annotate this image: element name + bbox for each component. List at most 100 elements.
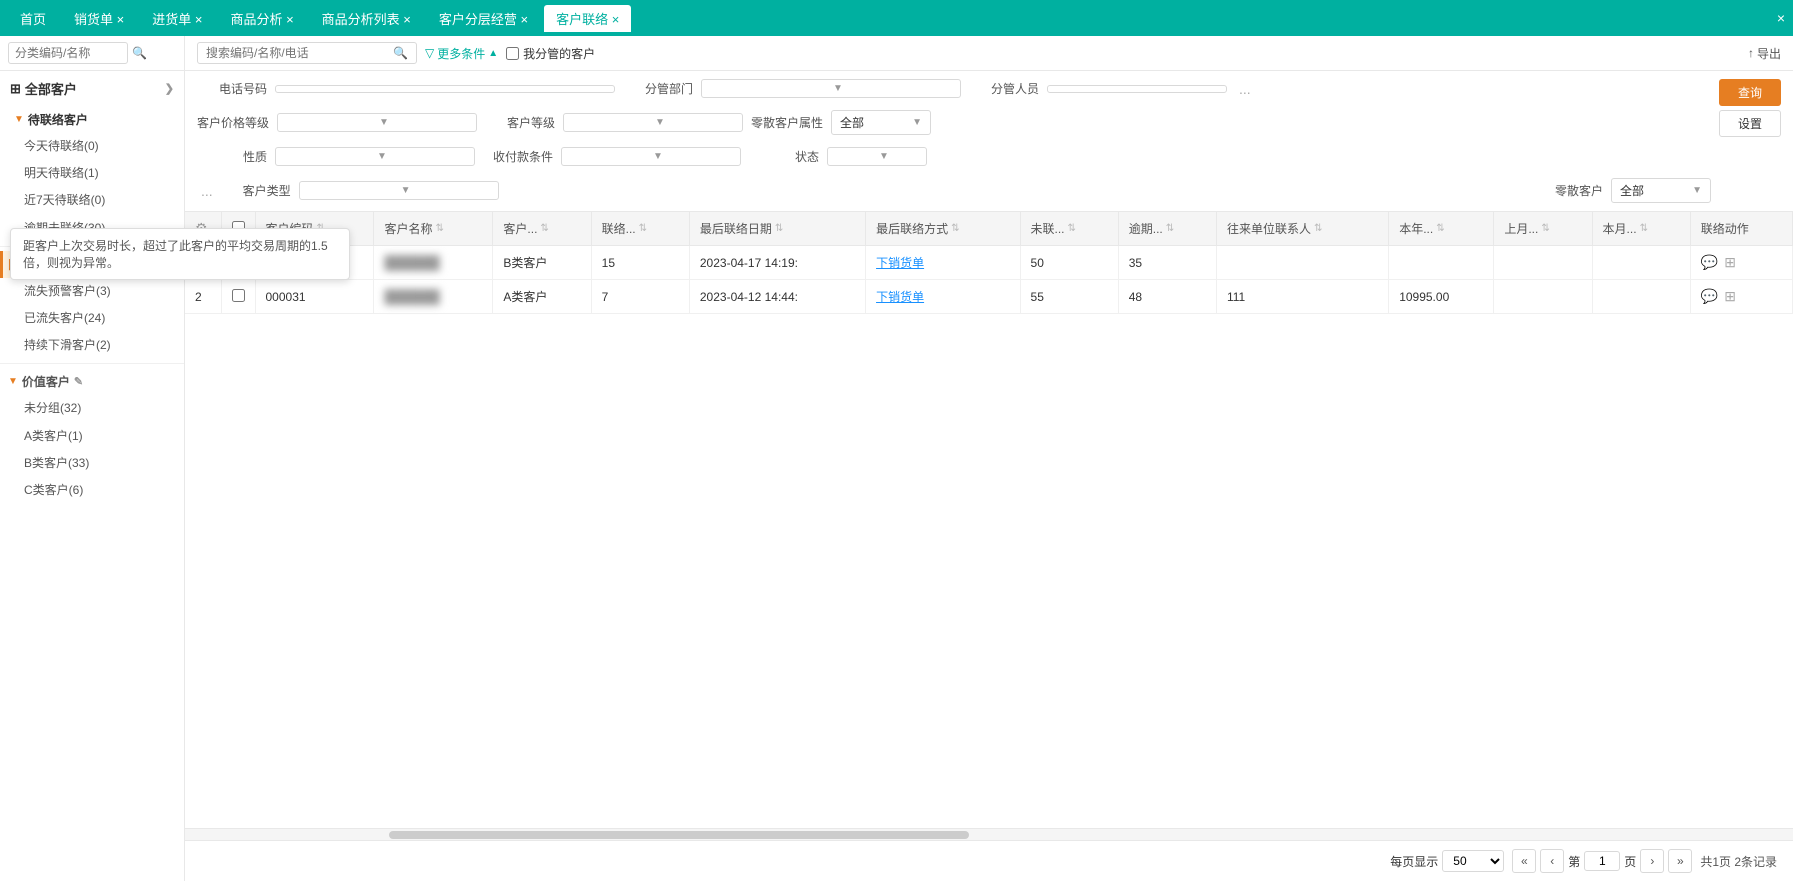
sidebar-item-lost[interactable]: 已流失客户(24) — [0, 305, 184, 332]
waiting-contact-group[interactable]: ▼ 待联络客户 — [0, 106, 184, 133]
search-bar: 🔍 ▽ 更多条件 ▲ 我分管的客户 ↑ 导出 — [185, 36, 1793, 71]
row2-type: A类客户 — [493, 280, 591, 314]
row2-checkbox-cell — [221, 280, 255, 314]
chevron-up-icon: ▲ — [488, 48, 498, 59]
page-number-input[interactable] — [1584, 851, 1620, 871]
th-actions: 联络动作 — [1690, 212, 1792, 246]
settings-button[interactable]: 设置 — [1719, 110, 1781, 137]
th-overdue: 逾期...⇅ — [1118, 212, 1216, 246]
export-button[interactable]: ↑ 导出 — [1748, 45, 1781, 62]
sidebar-item-a-class[interactable]: A类客户(1) — [0, 423, 184, 450]
status-select[interactable]: ▼ — [827, 147, 927, 166]
price-level-label: 客户价格等级 — [197, 114, 269, 131]
row2-no: 2 — [185, 280, 221, 314]
all-customers-section[interactable]: ⊞ 全部客户 ❯ — [0, 71, 184, 106]
sort-month-icon[interactable]: ⇅ — [1640, 223, 1648, 234]
nav-purchase[interactable]: 进货单 × — [140, 5, 214, 32]
search-input[interactable] — [206, 46, 389, 60]
th-uncontact: 未联...⇅ — [1020, 212, 1118, 246]
more-conditions-btn[interactable]: ▽ 更多条件 ▲ — [425, 45, 498, 62]
page-label: 第 — [1568, 853, 1580, 870]
phone-input[interactable] — [275, 85, 615, 93]
col-contacts-label: 往来单位联系人 — [1227, 220, 1311, 237]
row2-method-link[interactable]: 下销货单 — [876, 290, 924, 304]
sidebar-item-7days[interactable]: 近7天待联络(0) — [0, 187, 184, 214]
window-close-button[interactable]: × — [1777, 10, 1785, 26]
first-page-button[interactable]: « — [1512, 849, 1536, 873]
sidebar-search-input[interactable] — [8, 42, 128, 64]
gender-select[interactable]: ▼ — [275, 147, 475, 166]
nav-product-list[interactable]: 商品分析列表 × — [310, 5, 423, 32]
sidebar-search-icon[interactable]: 🔍 — [132, 46, 147, 60]
row4-dots[interactable]: ... — [201, 183, 213, 199]
sidebar-item-today[interactable]: 今天待联络(0) — [0, 133, 184, 160]
retail-customer-select[interactable]: 全部 ▼ — [1611, 178, 1711, 203]
search-input-wrap: 🔍 — [197, 42, 417, 64]
filter-row-1: 电话号码 分管部门 ▼ 分管人员 ... — [197, 79, 1711, 98]
nav-home[interactable]: 首页 — [8, 5, 58, 32]
row1-grid-icon[interactable]: ⊞ — [1724, 254, 1736, 271]
row1-chat-icon[interactable]: 💬 — [1701, 254, 1718, 271]
price-level-select[interactable]: ▼ — [277, 113, 477, 132]
sort-year-icon[interactable]: ⇅ — [1436, 223, 1444, 234]
sort-overdue-icon[interactable]: ⇅ — [1166, 223, 1174, 234]
sort-lastmonth-icon[interactable]: ⇅ — [1541, 223, 1549, 234]
nav-customer-tier[interactable]: 客户分层经营 × — [427, 5, 540, 32]
row2-grid-icon[interactable]: ⊞ — [1724, 288, 1736, 305]
sort-type-icon[interactable]: ⇅ — [540, 223, 548, 234]
sidebar-item-declining[interactable]: 持续下滑客户(2) — [0, 332, 184, 359]
main-container: 🔍 ⊞ 全部客户 ❯ ▼ 待联络客户 今天待联络(0) 明天待联络(1) 近7天… — [0, 36, 1793, 881]
page-size-select[interactable]: 50 — [1442, 850, 1504, 872]
manager-dots[interactable]: ... — [1239, 81, 1251, 97]
sidebar-item-b-class[interactable]: B类客户(33) — [0, 450, 184, 477]
sort-method-icon[interactable]: ⇅ — [951, 223, 959, 234]
search-icon[interactable]: 🔍 — [393, 46, 408, 60]
sort-date-icon[interactable]: ⇅ — [775, 223, 783, 234]
th-this-year: 本年...⇅ — [1389, 212, 1494, 246]
customer-type-arrow-icon: ▼ — [401, 185, 490, 196]
col-type-label: 客户... — [503, 220, 537, 237]
collapse-icon[interactable]: ❯ — [165, 82, 174, 95]
retail-attr-select[interactable]: 全部 ▼ — [831, 110, 931, 135]
nav-product-analysis[interactable]: 商品分析 × — [218, 5, 305, 32]
customer-level-arrow-icon: ▼ — [655, 117, 734, 128]
filter-action-buttons: 查询 设置 — [1719, 79, 1781, 137]
row1-name-blurred: ██████ — [384, 255, 439, 270]
dept-select[interactable]: ▼ — [701, 79, 961, 98]
query-button[interactable]: 查询 — [1719, 79, 1781, 106]
scrollbar-thumb[interactable] — [389, 831, 969, 839]
row2-checkbox[interactable] — [232, 289, 245, 302]
page-end-label: 页 — [1624, 853, 1636, 870]
col-date-label: 最后联络日期 — [700, 220, 772, 237]
sort-uncontact-icon[interactable]: ⇅ — [1068, 223, 1076, 234]
my-customer-checkbox[interactable] — [506, 47, 519, 60]
row2-uncontact: 55 — [1020, 280, 1118, 314]
payment-select[interactable]: ▼ — [561, 147, 741, 166]
nav-sales[interactable]: 销货单 × — [62, 5, 136, 32]
row2-action-icons: 💬 ⊞ — [1701, 288, 1782, 305]
th-last-month: 上月...⇅ — [1494, 212, 1592, 246]
row1-last-month — [1494, 246, 1592, 280]
sort-contacts-icon[interactable]: ⇅ — [1314, 223, 1322, 234]
row2-name-blurred: ██████ — [384, 289, 439, 304]
col-uncontact-label: 未联... — [1031, 220, 1065, 237]
value-customers-group[interactable]: ▼ 价值客户 ✎ — [0, 368, 184, 395]
prev-page-button[interactable]: ‹ — [1540, 849, 1564, 873]
sidebar-item-c-class[interactable]: C类客户(6) — [0, 477, 184, 504]
next-page-button[interactable]: › — [1640, 849, 1664, 873]
nav-customer-contact[interactable]: 客户联络 × — [544, 5, 631, 32]
sidebar-item-tomorrow[interactable]: 明天待联络(1) — [0, 160, 184, 187]
customer-type-select[interactable]: ▼ — [299, 181, 499, 200]
sidebar-item-ungroup[interactable]: 未分组(32) — [0, 395, 184, 422]
row1-method-link[interactable]: 下销货单 — [876, 256, 924, 270]
sort-name-icon[interactable]: ⇅ — [435, 223, 443, 234]
horizontal-scrollbar[interactable] — [185, 828, 1793, 840]
sidebar-item-loss-warning[interactable]: 流失预警客户(3) — [0, 278, 184, 305]
per-page-label: 每页显示 — [1390, 853, 1438, 870]
last-page-button[interactable]: » — [1668, 849, 1692, 873]
manager-input[interactable] — [1047, 85, 1227, 93]
sort-contact-icon[interactable]: ⇅ — [639, 223, 647, 234]
row2-chat-icon[interactable]: 💬 — [1701, 288, 1718, 305]
edit-icon[interactable]: ✎ — [74, 375, 83, 388]
customer-level-select[interactable]: ▼ — [563, 113, 743, 132]
